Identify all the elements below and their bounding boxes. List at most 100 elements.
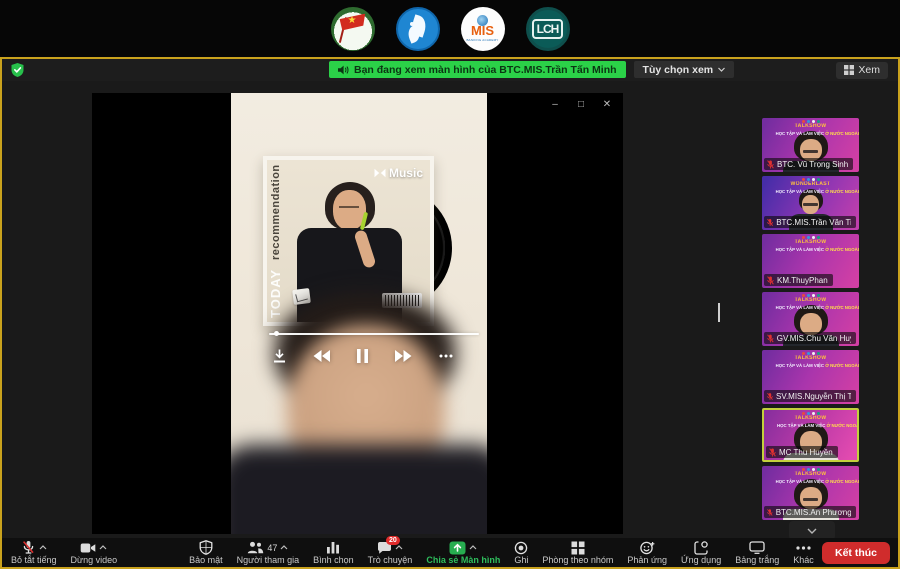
participant-name: MC Thu Huyền — [779, 447, 833, 457]
toolbar-share-screen[interactable]: Chia sẻ Màn hình — [419, 538, 507, 567]
banner-logos-icons — [762, 178, 859, 181]
toolbar-item-label: Người tham gia — [236, 555, 300, 565]
participant-name: GV.MIS.Chu Văn Huy — [776, 333, 851, 343]
student-association-logo — [395, 6, 440, 51]
lch-logo-text: LCH — [531, 18, 564, 39]
participant-name: BTC.MIS.An Phương Đi... — [775, 507, 851, 517]
participant-tile[interactable]: TALKSHOW HỌC TẬP VÀ LÀM VIỆC Ở NƯỚC NGOÀI… — [762, 408, 859, 462]
participants-icon — [247, 541, 264, 554]
participants-strip: TALKSHOW HỌC TẬP VÀ LÀM VIỆC Ở NƯỚC NGOÀI… — [762, 118, 859, 524]
toolbar-video-camera[interactable]: Dừng video — [64, 538, 125, 567]
youth-union-logo: ★ — [330, 6, 375, 51]
chevron-up-icon[interactable] — [469, 545, 477, 550]
chevron-up-icon[interactable] — [39, 545, 47, 550]
apps-icon — [694, 540, 708, 555]
card-text-recommendation: recommendation — [270, 164, 282, 260]
toolbar-item-label: Chia sẻ Màn hình — [426, 555, 501, 565]
close-icon: ✕ — [602, 99, 612, 110]
banner-title: TALKSHOW — [794, 471, 827, 477]
toolbar-apps[interactable]: Ứng dụng — [674, 538, 728, 567]
banner-logos-icons — [762, 120, 859, 123]
polls-icon — [326, 541, 340, 554]
banner-title: TALKSHOW — [794, 123, 827, 129]
participant-name-badge: GV.MIS.Chu Văn Huy — [764, 332, 856, 344]
zoom-meeting-window: ★ MIS BANKING ACADEMY LCH Bạn đang xem m… — [0, 0, 900, 569]
tile-event-banner: TALKSHOW HỌC TẬP VÀ LÀM VIỆC Ở NƯỚC NGOÀI — [764, 410, 857, 430]
toolbar-participants[interactable]: 47 Người tham gia — [230, 538, 306, 567]
participant-name-badge: BTC. Vũ Trọng Sinh — [764, 158, 854, 170]
mic-off-icon — [769, 447, 776, 457]
banner-logos-icons — [762, 352, 859, 355]
viewing-screen-banner: Bạn đang xem màn hình của BTC.MIS.Trần T… — [329, 61, 626, 78]
tile-event-banner: TALKSHOW HỌC TẬP VÀ LÀM VIỆC Ở NƯỚC NGOÀI — [762, 118, 859, 138]
banner-subtitle: HỌC TẬP VÀ LÀM VIỆC Ở NƯỚC NGOÀI — [775, 305, 859, 310]
toolbar-item-label: Ghi — [514, 555, 529, 565]
banner-logos-icons — [764, 412, 857, 415]
participant-tile[interactable]: TALKSHOW HỌC TẬP VÀ LÀM VIỆC Ở NƯỚC NGOÀI… — [762, 466, 859, 520]
view-options-dropdown[interactable]: Tùy chọn xem — [633, 61, 735, 78]
mic-off-icon — [767, 218, 774, 226]
view-options-label: Tùy chọn xem — [642, 63, 714, 76]
mis-logo: MIS BANKING ACADEMY — [460, 6, 505, 51]
participant-count: 47 — [267, 542, 278, 553]
music-brand: Music — [374, 166, 423, 180]
chevron-down-icon — [718, 67, 726, 72]
shared-window-controls: – □ ✕ — [549, 99, 613, 110]
toolbar-reactions[interactable]: Phản ứng — [620, 538, 674, 567]
share-notify-bar: Bạn đang xem màn hình của BTC.MIS.Trần T… — [2, 59, 898, 81]
toolbar-chat[interactable]: 20 Trò chuyện — [361, 536, 420, 567]
view-button-label: Xem — [858, 64, 880, 76]
participant-tile[interactable]: TALKSHOW HỌC TẬP VÀ LÀM VIỆC Ở NƯỚC NGOÀI… — [762, 292, 859, 346]
toolbar-record[interactable]: Ghi — [507, 538, 535, 567]
mic-off-icon — [767, 333, 774, 342]
toolbar-shield[interactable]: Bảo mật — [182, 538, 230, 567]
chevron-up-icon[interactable] — [99, 545, 107, 550]
blurred-person-body — [231, 445, 487, 534]
toolbar-mic-off[interactable]: Bỏ tắt tiếng — [4, 538, 64, 567]
toolbar-polls[interactable]: Bình chọn — [306, 538, 361, 567]
toolbar-item-label: Ứng dụng — [680, 555, 722, 565]
banner-logos-icons — [762, 236, 859, 239]
text-cursor — [718, 303, 720, 322]
end-meeting-button[interactable]: Kết thúc — [822, 541, 890, 564]
toolbar-item-label: Khác — [793, 555, 814, 565]
shared-screen-stage: – □ ✕ recommendation TODAY Music TALKSHO… — [2, 81, 898, 538]
participant-tile[interactable]: TALKSHOW HỌC TẬP VÀ LÀM VIỆC Ở NƯỚC NGOÀI… — [762, 118, 859, 172]
view-layout-button[interactable]: Xem — [836, 61, 888, 79]
chevron-up-icon[interactable] — [395, 545, 403, 550]
music-app-icon — [374, 168, 386, 178]
tile-event-banner: TALKSHOW HỌC TẬP VÀ LÀM VIỆC Ở NƯỚC NGOÀI — [762, 234, 859, 254]
collapse-participants-button[interactable] — [789, 521, 835, 538]
card-text-today: TODAY — [268, 268, 283, 318]
participant-name-badge: BTC.MIS.An Phương Đi... — [764, 506, 856, 518]
toolbar-breakout-rooms[interactable]: Phòng theo nhóm — [535, 538, 620, 567]
tile-event-banner: TALKSHOW HỌC TẬP VÀ LÀM VIỆC Ở NƯỚC NGOÀI — [762, 292, 859, 312]
viewing-screen-text: Bạn đang xem màn hình của BTC.MIS.Trần T… — [354, 63, 617, 76]
banner-subtitle: HỌC TẬP VÀ LÀM VIỆC Ở NƯỚC NGOÀI — [777, 423, 859, 428]
banner-title: WONDERLAST — [790, 181, 831, 187]
shared-application-window: – □ ✕ recommendation TODAY Music — [92, 93, 623, 534]
toolbar-item-label: Bỏ tắt tiếng — [11, 555, 57, 565]
banner-title: TALKSHOW — [794, 239, 827, 245]
toolbar-item-label: Bảo mật — [189, 555, 223, 565]
chevron-up-icon[interactable] — [280, 545, 288, 550]
banner-title: TALKSHOW — [794, 355, 827, 361]
lch-logo: LCH — [525, 6, 570, 51]
record-icon — [514, 541, 528, 555]
toolbar-more[interactable]: Khác — [786, 538, 821, 567]
banner-subtitle: HỌC TẬP VÀ LÀM VIỆC Ở NƯỚC NGOÀI — [775, 189, 859, 194]
meeting-security-shield-icon[interactable] — [10, 62, 25, 78]
participant-name: BTC.MIS.Trần Văn Tiến — [776, 217, 851, 227]
mic-off-icon — [21, 540, 36, 555]
participant-tile[interactable]: TALKSHOW HỌC TẬP VÀ LÀM VIỆC Ở NƯỚC NGOÀI… — [762, 234, 859, 288]
banner-subtitle: HỌC TẬP VÀ LÀM VIỆC Ở NƯỚC NGOÀI — [775, 363, 859, 368]
toolbar-item-label: Bảng trắng — [735, 555, 780, 565]
participant-name-badge: KM.ThuyPhan — [764, 274, 833, 286]
speaker-icon — [338, 65, 349, 74]
share-screen-icon — [449, 541, 466, 555]
participant-tile[interactable]: WONDERLAST HỌC TẬP VÀ LÀM VIỆC Ở NƯỚC NGO… — [762, 176, 859, 230]
tile-event-banner: TALKSHOW HỌC TẬP VÀ LÀM VIỆC Ở NƯỚC NGOÀI — [762, 350, 859, 370]
toolbar-whiteboard[interactable]: Bảng trắng — [728, 538, 786, 567]
participant-tile[interactable]: TALKSHOW HỌC TẬP VÀ LÀM VIỆC Ở NƯỚC NGOÀI… — [762, 350, 859, 404]
minimize-icon: – — [552, 99, 558, 110]
